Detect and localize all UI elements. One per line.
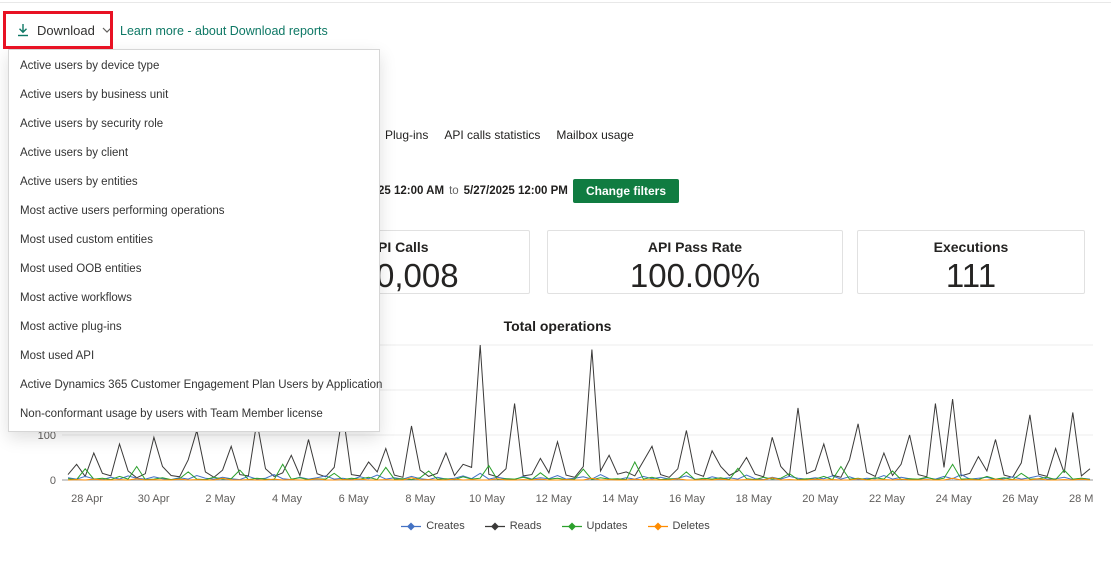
legend-item-reads: Reads: [485, 520, 542, 532]
svg-text:8 May: 8 May: [405, 493, 435, 505]
svg-text:22 May: 22 May: [869, 493, 906, 505]
svg-text:24 May: 24 May: [936, 493, 973, 505]
legend-marker-icon: [648, 522, 668, 531]
date-range-start: 25 12:00 AM: [378, 185, 444, 197]
svg-text:0: 0: [50, 475, 56, 487]
tab-mailbox-usage[interactable]: Mailbox usage: [556, 128, 633, 142]
download-button-label: Download: [37, 23, 95, 38]
legend-marker-icon: [485, 522, 505, 531]
legend-marker-icon: [562, 522, 582, 531]
menu-item[interactable]: Active users by client: [9, 139, 379, 168]
menu-item[interactable]: Active users by security role: [9, 110, 379, 139]
download-menu: Active users by device typeActive users …: [8, 49, 380, 432]
svg-text:12 May: 12 May: [536, 493, 573, 505]
legend-item-creates: Creates: [401, 520, 465, 532]
kpi-card-api-pass-rate: API Pass Rate 100.00%: [547, 230, 843, 294]
date-range-separator: to: [449, 185, 459, 197]
legend-label: Deletes: [673, 520, 710, 532]
kpi-card-value: 100.00%: [548, 259, 842, 292]
menu-item[interactable]: Most used OOB entities: [9, 255, 379, 284]
svg-text:6 May: 6 May: [339, 493, 369, 505]
menu-item[interactable]: Most active plug-ins: [9, 313, 379, 342]
svg-text:18 May: 18 May: [736, 493, 773, 505]
legend-label: Reads: [510, 520, 542, 532]
date-range: 25 12:00 AM to 5/27/2025 12:00 PM: [378, 185, 568, 197]
kpi-card-executions: Executions 111: [857, 230, 1085, 294]
svg-text:10 May: 10 May: [469, 493, 506, 505]
kpi-card-value: 111: [858, 259, 1084, 292]
svg-text:16 May: 16 May: [669, 493, 706, 505]
menu-item[interactable]: Active users by entities: [9, 168, 379, 197]
svg-text:20 May: 20 May: [802, 493, 839, 505]
download-icon: [16, 23, 30, 37]
menu-item[interactable]: Most active users performing operations: [9, 197, 379, 226]
date-range-end: 5/27/2025 12:00 PM: [464, 185, 568, 197]
menu-item[interactable]: Non-conformant usage by users with Team …: [9, 400, 379, 429]
menu-item[interactable]: Active Dynamics 365 Customer Engagement …: [9, 371, 379, 400]
menu-item[interactable]: Active users by device type: [9, 52, 379, 81]
change-filters-button[interactable]: Change filters: [573, 179, 679, 203]
menu-item[interactable]: Most used API: [9, 342, 379, 371]
top-divider: [0, 2, 1111, 3]
legend-marker-icon: [401, 522, 421, 531]
kpi-card-title: Executions: [858, 239, 1084, 255]
svg-text:2 May: 2 May: [205, 493, 235, 505]
svg-text:14 May: 14 May: [602, 493, 639, 505]
svg-text:26 May: 26 May: [1002, 493, 1039, 505]
kpi-card-title: API Pass Rate: [548, 239, 842, 255]
menu-item[interactable]: Most active workflows: [9, 284, 379, 313]
legend-item-updates: Updates: [562, 520, 628, 532]
tab-bar: Plug-ins API calls statistics Mailbox us…: [385, 128, 634, 142]
chart-legend: Creates Reads Updates Deletes: [0, 520, 1111, 532]
legend-label: Updates: [587, 520, 628, 532]
learn-more-link[interactable]: Learn more - about Download reports: [120, 24, 328, 38]
legend-label: Creates: [426, 520, 465, 532]
svg-text:4 May: 4 May: [272, 493, 302, 505]
menu-item[interactable]: Active users by business unit: [9, 81, 379, 110]
legend-item-deletes: Deletes: [648, 520, 710, 532]
menu-item[interactable]: Most used custom entities: [9, 226, 379, 255]
tab-plug-ins[interactable]: Plug-ins: [385, 128, 428, 142]
svg-text:28 May: 28 May: [1069, 493, 1093, 505]
svg-text:30 Apr: 30 Apr: [138, 493, 170, 505]
tab-api-calls-statistics[interactable]: API calls statistics: [444, 128, 540, 142]
svg-text:28 Apr: 28 Apr: [71, 493, 103, 505]
download-button[interactable]: Download: [10, 16, 118, 44]
analytics-page: Download Learn more - about Download rep…: [0, 0, 1111, 562]
chevron-down-icon: [102, 27, 112, 33]
